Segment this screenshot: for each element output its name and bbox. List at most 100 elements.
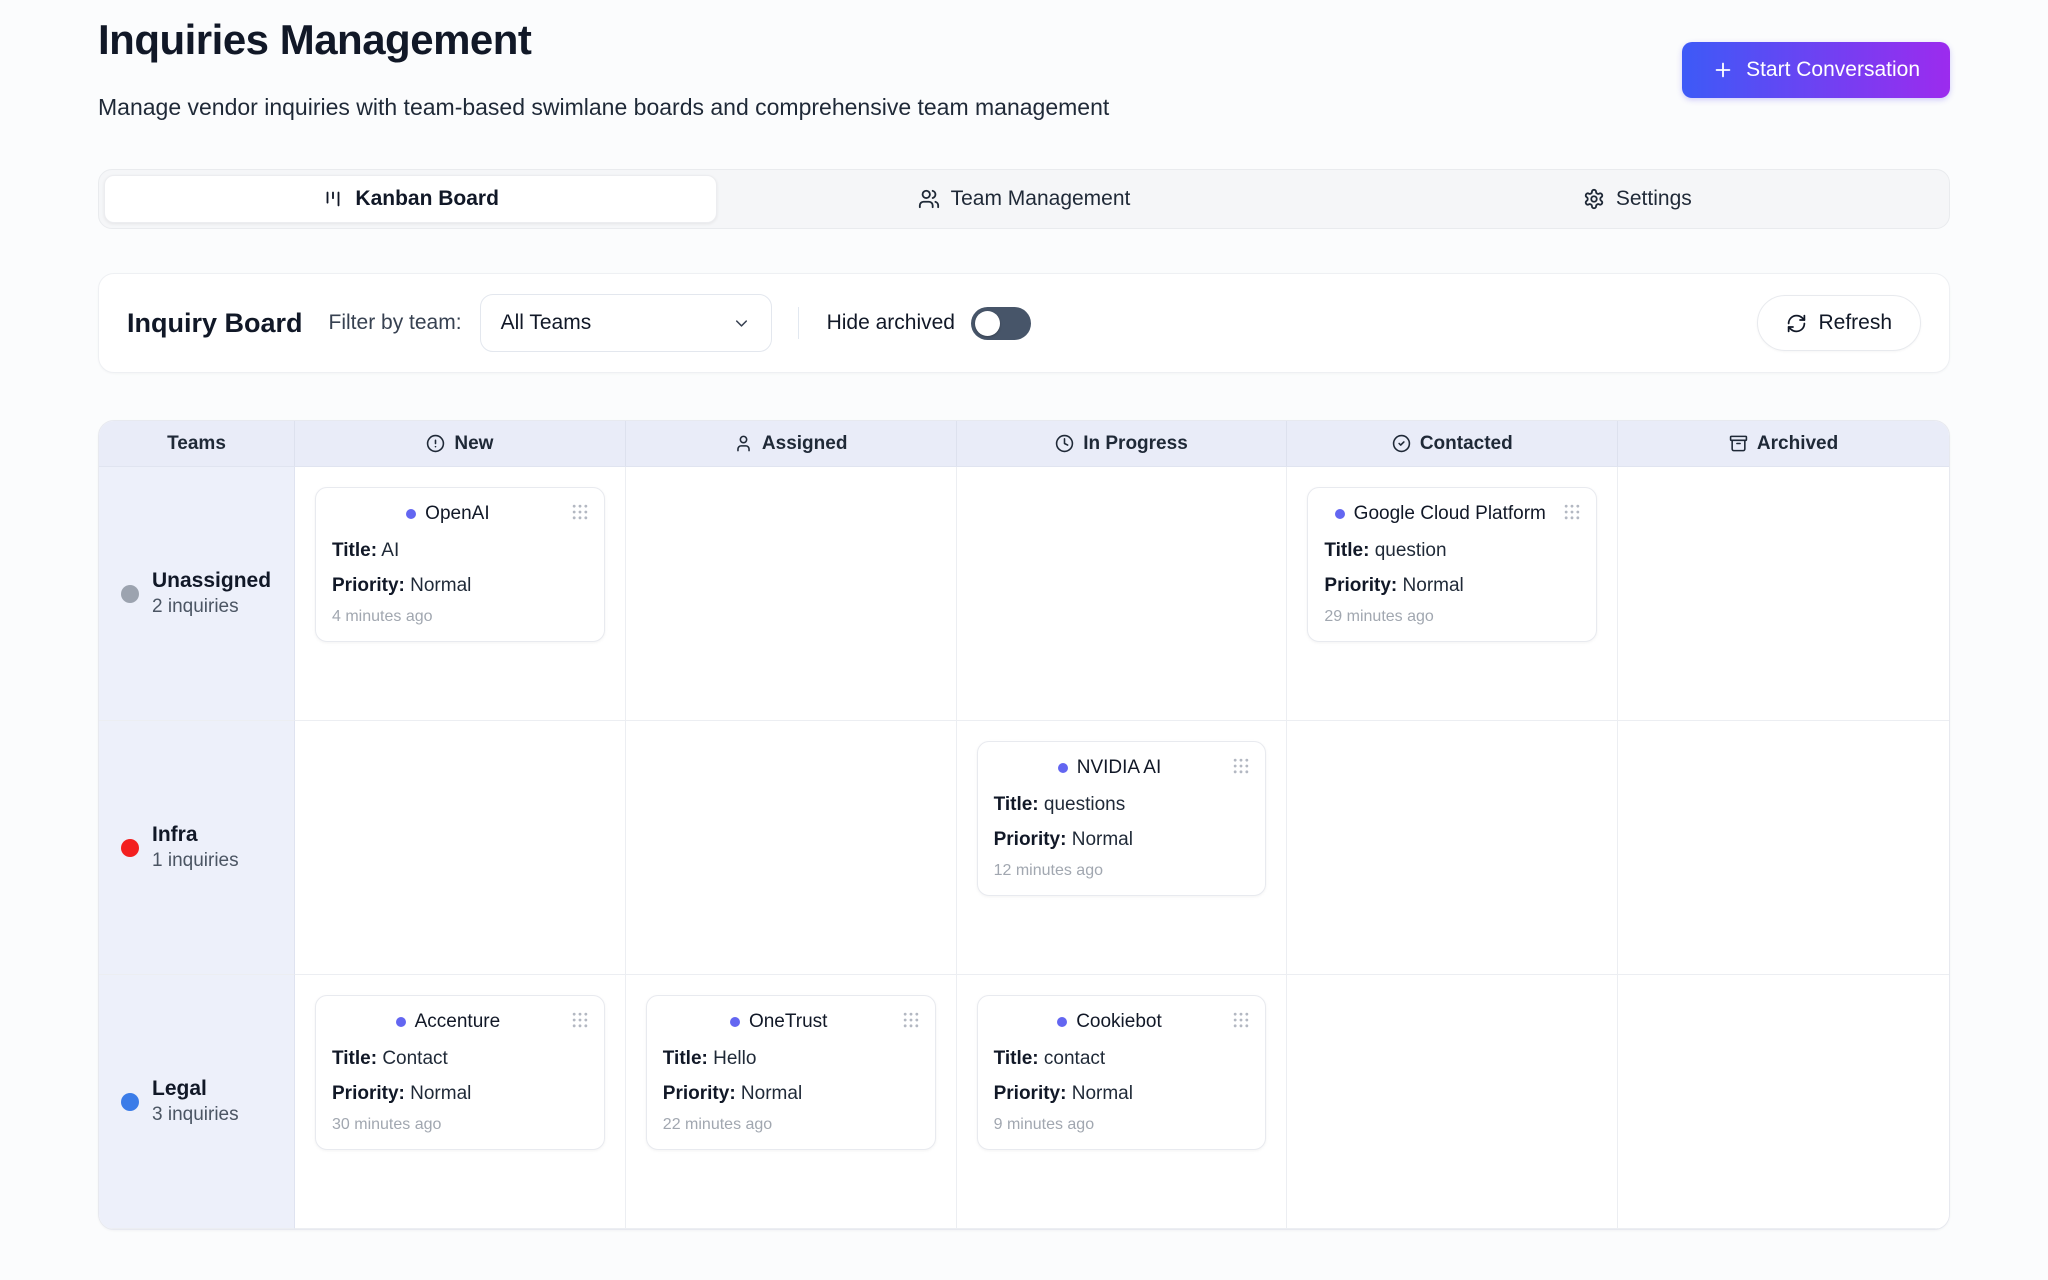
inquiry-card[interactable]: Google Cloud PlatformTitle: questionPrio…: [1307, 487, 1597, 642]
inquiry-title-value: Hello: [708, 1048, 757, 1069]
vendor-name: Accenture: [415, 1011, 501, 1033]
inquiry-priority-label: Priority:: [994, 1083, 1067, 1104]
tab-label: Kanban Board: [355, 187, 499, 211]
inquiry-card-title-group: NVIDIA AI: [994, 757, 1250, 779]
toggle-knob: [975, 311, 1000, 336]
inquiry-priority-line: Priority: Normal: [1324, 575, 1580, 597]
tab-bar: Kanban Board Team Management Settings: [98, 169, 1950, 229]
team-info: Unassigned2 inquiries: [152, 569, 271, 618]
archive-icon: [1729, 434, 1748, 453]
inquiry-card-header: Cookiebot: [994, 1009, 1250, 1035]
inquiry-priority-line: Priority: Normal: [332, 1083, 588, 1105]
drag-handle-icon[interactable]: [570, 1010, 590, 1035]
page-header: Inquiries Management Start Conversation …: [98, 0, 1950, 121]
drag-handle-icon[interactable]: [1231, 756, 1251, 781]
column-header-assigned: Assigned: [626, 421, 957, 467]
users-icon: [918, 188, 940, 210]
hide-archived-label: Hide archived: [827, 311, 955, 335]
team-inquiry-count: 1 inquiries: [152, 850, 239, 872]
kanban-cell-new[interactable]: AccentureTitle: ContactPriority: Normal3…: [295, 975, 626, 1229]
tab-settings[interactable]: Settings: [1331, 175, 1944, 223]
column-header-teams: Teams: [99, 421, 295, 467]
kanban-cell-in_progress[interactable]: CookiebotTitle: contactPriority: Normal9…: [957, 975, 1288, 1229]
inquiry-card-header: OneTrust: [663, 1009, 919, 1035]
kanban-cell-assigned[interactable]: [626, 721, 957, 975]
kanban-cell-contacted[interactable]: [1287, 975, 1618, 1229]
inquiry-card[interactable]: AccentureTitle: ContactPriority: Normal3…: [315, 995, 605, 1150]
drag-handle-icon[interactable]: [901, 1010, 921, 1035]
kanban-cell-contacted[interactable]: Google Cloud PlatformTitle: questionPrio…: [1287, 467, 1618, 721]
inquiry-card-title-group: Accenture: [332, 1011, 588, 1033]
inquiry-board-toolbar: Inquiry Board Filter by team: All Teams …: [98, 273, 1950, 373]
kanban-cell-in_progress[interactable]: NVIDIA AI Title: questions Priority: Norma…: [957, 721, 1288, 975]
refresh-button[interactable]: Refresh: [1757, 295, 1921, 351]
vendor-name: OpenAI: [425, 503, 489, 525]
user-icon: [734, 434, 753, 453]
column-header-new: New: [295, 421, 626, 467]
kanban-cell-new[interactable]: [295, 721, 626, 975]
inquiry-card[interactable]: CookiebotTitle: contactPriority: Normal9…: [977, 995, 1267, 1150]
column-header-contacted: Contacted: [1287, 421, 1618, 467]
kanban-cell-assigned[interactable]: [626, 467, 957, 721]
inquiry-card[interactable]: NVIDIA AI Title: questions Priority: Norma…: [977, 741, 1267, 896]
page-title: Inquiries Management: [98, 16, 1950, 64]
inquiry-priority-value: Normal: [405, 1083, 472, 1104]
inquiry-priority-value: Normal: [1066, 1083, 1133, 1104]
drag-handle-icon[interactable]: [570, 502, 590, 527]
hide-archived-toggle[interactable]: [971, 307, 1031, 340]
inquiry-priority-label: Priority:: [994, 829, 1067, 850]
team-name: Unassigned: [152, 569, 271, 593]
gear-icon: [1583, 188, 1605, 210]
inquiry-timestamp: 29 minutes ago: [1324, 608, 1580, 626]
inquiry-title-value: AI: [377, 540, 399, 561]
inquiry-card[interactable]: OpenAITitle: AIPriority: Normal4 minutes…: [315, 487, 605, 642]
kanban-cell-assigned[interactable]: OneTrustTitle: HelloPriority: Normal22 m…: [626, 975, 957, 1229]
vendor-status-dot: [1058, 763, 1068, 773]
vendor-name: OneTrust: [749, 1011, 828, 1033]
team-name: Infra: [152, 823, 239, 847]
vendor-name: NVIDIA AI: [1077, 757, 1161, 779]
inquiry-title-value: Contact: [377, 1048, 448, 1069]
inquiry-title-line: Title: AI: [332, 540, 588, 562]
team-name: Legal: [152, 1077, 239, 1101]
toolbar-divider: [798, 307, 799, 339]
vendor-status-dot: [730, 1017, 740, 1027]
kanban-cell-new[interactable]: OpenAITitle: AIPriority: Normal4 minutes…: [295, 467, 626, 721]
inquiry-timestamp: 9 minutes ago: [994, 1116, 1250, 1134]
clock-icon: [1055, 434, 1074, 453]
alert-circle-icon: [426, 434, 445, 453]
inquiry-priority-line: Priority: Normal: [994, 1083, 1250, 1105]
column-header-in_progress: In Progress: [957, 421, 1288, 467]
inquiry-timestamp: 22 minutes ago: [663, 1116, 919, 1134]
kanban-cell-archived[interactable]: [1618, 721, 1949, 975]
inquiry-title-value: contact: [1039, 1048, 1106, 1069]
start-conversation-button[interactable]: Start Conversation: [1682, 42, 1950, 98]
inquiry-card-title-group: OneTrust: [663, 1011, 919, 1033]
kanban-cell-archived[interactable]: [1618, 467, 1949, 721]
inquiry-timestamp: 12 minutes ago: [994, 862, 1250, 880]
lane-teams-cell: Infra 1 inquiries: [99, 721, 295, 975]
drag-handle-icon[interactable]: [1231, 1010, 1251, 1035]
team-filter-select[interactable]: All Teams: [480, 294, 772, 352]
inquiry-title-value: questions: [1039, 794, 1126, 815]
column-header-label: Assigned: [762, 433, 848, 455]
vendor-status-dot: [1057, 1017, 1067, 1027]
inquiry-title-line: Title: questions: [994, 794, 1250, 816]
chevron-down-icon: [732, 314, 751, 333]
team-color-dot: [121, 585, 139, 603]
inquiry-priority-line: Priority: Normal: [332, 575, 588, 597]
kanban-cell-in_progress[interactable]: [957, 467, 1288, 721]
column-header-label: New: [454, 433, 493, 455]
tab-kanban-board[interactable]: Kanban Board: [104, 175, 717, 223]
inquiry-priority-line: Priority: Normal: [994, 829, 1250, 851]
refresh-label: Refresh: [1818, 311, 1892, 335]
kanban-cell-archived[interactable]: [1618, 975, 1949, 1229]
drag-handle-icon[interactable]: [1562, 502, 1582, 527]
check-circle-icon: [1392, 434, 1411, 453]
vendor-name: Google Cloud Platform: [1354, 503, 1546, 525]
kanban-cell-contacted[interactable]: [1287, 721, 1618, 975]
inquiry-card[interactable]: OneTrustTitle: HelloPriority: Normal22 m…: [646, 995, 936, 1150]
inquiry-priority-value: Normal: [405, 575, 472, 596]
tab-team-management[interactable]: Team Management: [717, 175, 1330, 223]
inquiry-priority-value: Normal: [1397, 575, 1464, 596]
